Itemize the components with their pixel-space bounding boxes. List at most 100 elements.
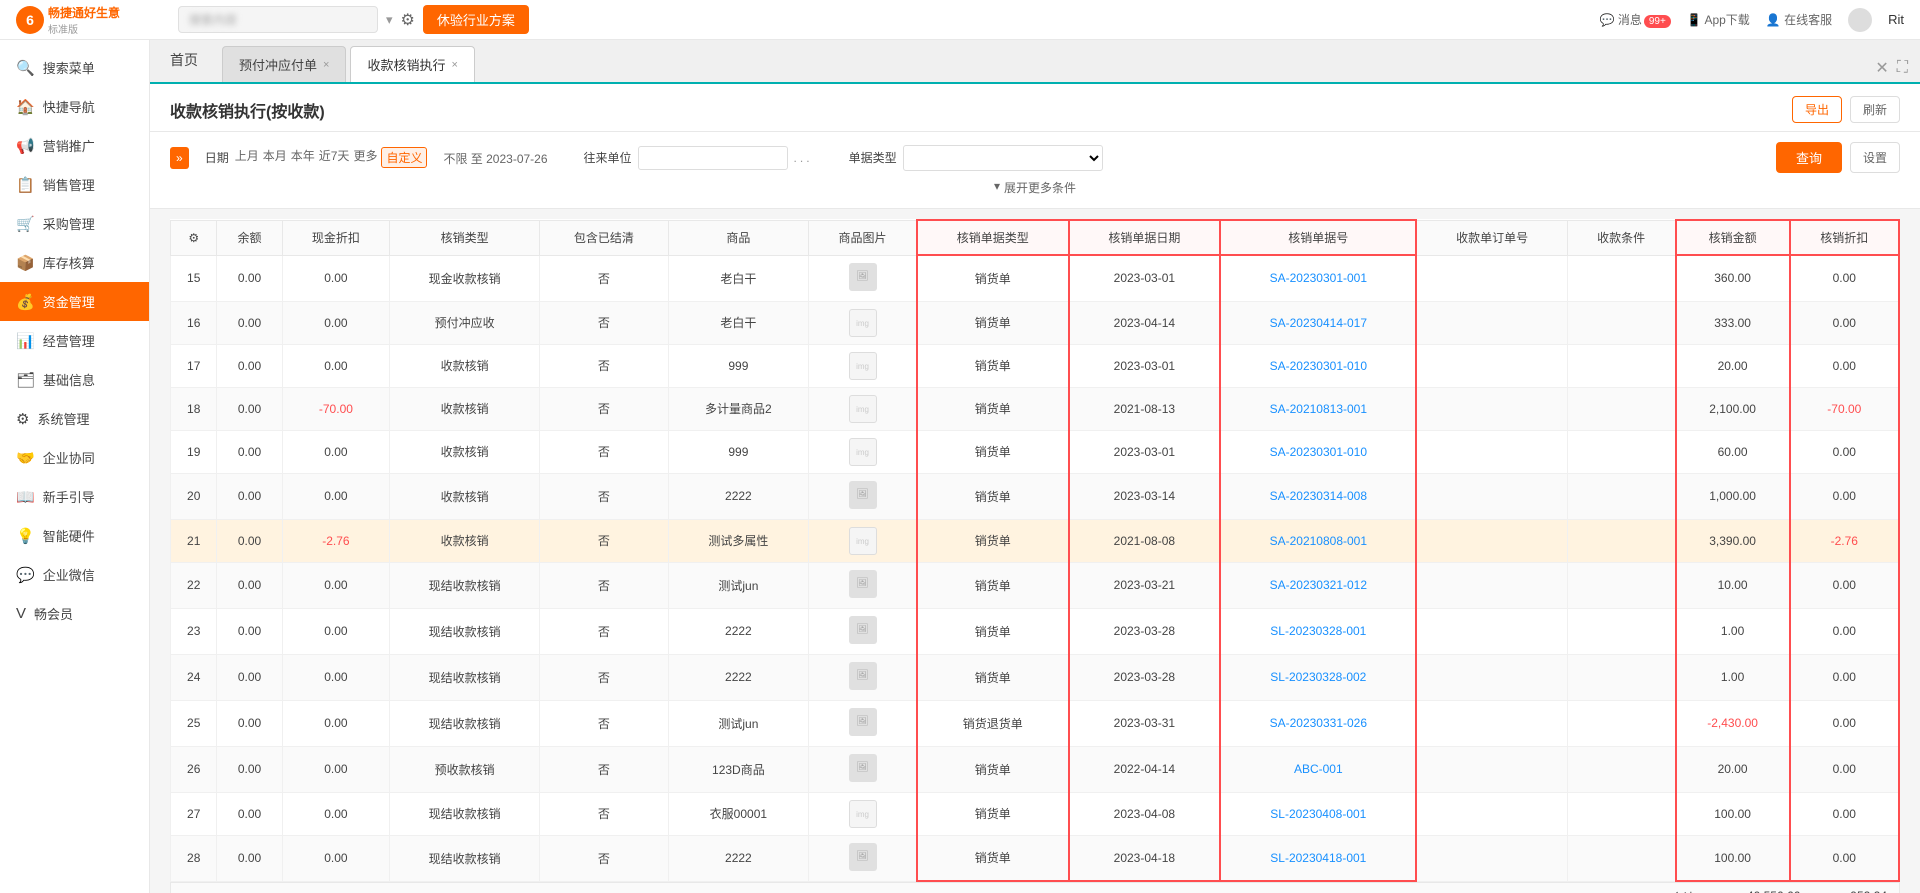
cell-id: 17: [171, 344, 217, 387]
sidebar-item-search[interactable]: 🔍 搜索菜单: [0, 48, 149, 87]
cell-hexiaodanbaoriqi: 2023-03-21: [1069, 562, 1221, 608]
cell-baohanjiejing: 否: [539, 746, 668, 792]
bill-link[interactable]: ABC-001: [1294, 762, 1343, 776]
unit-input[interactable]: [638, 146, 788, 170]
col-settings-header[interactable]: ⚙: [171, 220, 217, 255]
sidebar-item-inventory[interactable]: 📦 库存核算: [0, 243, 149, 282]
date-custom[interactable]: 自定义: [381, 147, 427, 168]
tab-home[interactable]: 首页: [150, 40, 218, 82]
cell-baohanjiejing: 否: [539, 255, 668, 301]
date-this-year[interactable]: 本年: [291, 147, 315, 168]
tab-prepay[interactable]: 预付冲应付单 ×: [222, 46, 346, 82]
refresh-button[interactable]: 刷新: [1850, 96, 1900, 123]
bill-link[interactable]: SA-20230331-026: [1270, 716, 1367, 730]
cell-hexiaotype: 收款核销: [390, 344, 540, 387]
tab-collection-close[interactable]: ×: [451, 59, 457, 71]
maximize-icon[interactable]: ⛶: [1897, 59, 1908, 77]
cell-xianjin: 0.00: [282, 746, 390, 792]
cell-hexiaodanbaohao[interactable]: SA-20230301-001: [1220, 255, 1416, 301]
sidebar-label-quicknav: 快捷导航: [43, 97, 95, 116]
bill-link[interactable]: SL-20230408-001: [1270, 807, 1366, 821]
search-box: 搜索内容: [178, 6, 378, 33]
sidebar-item-sales[interactable]: 📋 销售管理: [0, 165, 149, 204]
export-button[interactable]: 导出: [1792, 96, 1842, 123]
bill-link[interactable]: SL-20230328-002: [1270, 670, 1366, 684]
bill-link[interactable]: SA-20230301-010: [1270, 359, 1367, 373]
cell-hexiaodanbaohao[interactable]: ABC-001: [1220, 746, 1416, 792]
finance-icon: 💰: [16, 293, 35, 311]
tab-collection[interactable]: 收款核销执行 ×: [350, 46, 474, 82]
dots-separator: ...: [794, 151, 813, 165]
sidebar-item-wechat[interactable]: 💬 企业微信: [0, 555, 149, 594]
cell-hexiaodanbaohao[interactable]: SL-20230328-001: [1220, 608, 1416, 654]
cell-hexiaodanbaohao[interactable]: SA-20230331-026: [1220, 700, 1416, 746]
cell-shoudantiaojian: [1567, 608, 1675, 654]
industry-btn[interactable]: 休验行业方案: [423, 5, 529, 34]
sidebar-label-marketing: 营销推广: [43, 136, 95, 155]
cell-hexiaodanbaohao[interactable]: SA-20230301-010: [1220, 344, 1416, 387]
cell-hexiaodanbaohao[interactable]: SA-20230321-012: [1220, 562, 1416, 608]
cell-hexiaodanbaoriqi: 2023-04-18: [1069, 835, 1221, 881]
tab-prepay-close[interactable]: ×: [323, 59, 329, 71]
bill-link[interactable]: SA-20210808-001: [1270, 534, 1367, 548]
dropdown-arrow[interactable]: ▾: [386, 12, 393, 28]
bill-link[interactable]: SA-20230414-017: [1270, 316, 1367, 330]
date-last-month[interactable]: 上月: [235, 147, 259, 168]
sidebar-item-operations[interactable]: 📊 经营管理: [0, 321, 149, 360]
cell-hexiaodanbaotype: 销货单: [917, 344, 1069, 387]
footer-total-amount: 40,556,66...: [1747, 889, 1810, 893]
sidebar-item-quicknav[interactable]: 🏠 快捷导航: [0, 87, 149, 126]
bill-link[interactable]: SA-20210813-001: [1270, 402, 1367, 416]
cell-shangpin: 2222: [668, 473, 808, 519]
query-button[interactable]: 查询: [1776, 142, 1842, 173]
sidebar-item-enterprise[interactable]: 🤝 企业协同: [0, 438, 149, 477]
date-this-month[interactable]: 本月: [263, 147, 287, 168]
filter-expand-button[interactable]: »: [170, 147, 189, 169]
sidebar-item-smart[interactable]: 💡 智能硬件: [0, 516, 149, 555]
message-area[interactable]: 💬 消息99+: [1600, 11, 1671, 28]
sidebar-item-marketing[interactable]: 📢 营销推广: [0, 126, 149, 165]
sidebar-item-guide[interactable]: 📖 新手引导: [0, 477, 149, 516]
cell-hexiaodanbaohao[interactable]: SA-20210808-001: [1220, 519, 1416, 562]
close-window-icon[interactable]: ✕: [1875, 58, 1888, 78]
cell-hexiaojine: 333.00: [1676, 301, 1790, 344]
expand-more-row[interactable]: ▾ 展开更多条件: [170, 173, 1900, 198]
expand-more-label: 展开更多条件: [1004, 179, 1076, 196]
cell-hexiaodanbaohao[interactable]: SL-20230328-002: [1220, 654, 1416, 700]
sidebar-item-purchase[interactable]: 🛒 采购管理: [0, 204, 149, 243]
cell-hexiaozhekou: 0.00: [1790, 473, 1899, 519]
online-service[interactable]: 👤 在线客服: [1766, 11, 1832, 28]
top-bar: 6 畅捷通好生意 标准版 搜索内容 ▾ ⚙ 休验行业方案 💬 消息99+ 📱 A…: [0, 0, 1920, 40]
bill-link[interactable]: SL-20230418-001: [1270, 851, 1366, 865]
date-7days[interactable]: 近7天: [319, 147, 350, 168]
sidebar-item-basicinfo[interactable]: 🗂 基础信息: [0, 360, 149, 399]
col-hexiaozhekou-header: 核销折扣: [1790, 220, 1899, 255]
cell-hexiaodanbaohao[interactable]: SL-20230418-001: [1220, 835, 1416, 881]
cell-hexiaodanbaohao[interactable]: SA-20230414-017: [1220, 301, 1416, 344]
settings-icon[interactable]: ⚙: [401, 10, 415, 30]
cell-hexiaodanbaohao[interactable]: SA-20210813-001: [1220, 387, 1416, 430]
cell-hexiaodanbaohao[interactable]: SL-20230408-001: [1220, 792, 1416, 835]
col-shoudantiaojian-header: 收款条件: [1567, 220, 1675, 255]
user-avatar[interactable]: [1848, 8, 1872, 32]
bill-link[interactable]: SA-20230301-010: [1270, 445, 1367, 459]
bill-link[interactable]: SA-20230314-008: [1270, 489, 1367, 503]
billtype-select[interactable]: [903, 145, 1103, 171]
bill-link[interactable]: SL-20230328-001: [1270, 624, 1366, 638]
cell-hexiaodanbaohao[interactable]: SA-20230314-008: [1220, 473, 1416, 519]
date-more[interactable]: 更多: [353, 147, 377, 168]
cell-id: 16: [171, 301, 217, 344]
cell-hexiaodanbaohao[interactable]: SA-20230301-010: [1220, 430, 1416, 473]
sidebar-item-member[interactable]: V 畅会员: [0, 594, 149, 633]
app-download[interactable]: 📱 App下载: [1687, 11, 1750, 28]
cell-shoudansingle: [1416, 700, 1567, 746]
bill-link[interactable]: SA-20230301-001: [1270, 271, 1367, 285]
system-icon: ⚙: [16, 410, 29, 428]
top-bar-right: 💬 消息99+ 📱 App下载 👤 在线客服 Rit: [1600, 8, 1904, 32]
sidebar-item-system[interactable]: ⚙ 系统管理: [0, 399, 149, 438]
bill-link[interactable]: SA-20230321-012: [1270, 578, 1367, 592]
cell-hexiaojine: 100.00: [1676, 792, 1790, 835]
sidebar-item-finance[interactable]: 💰 资金管理: [0, 282, 149, 321]
setting-button[interactable]: 设置: [1850, 142, 1900, 173]
cell-shoudansingle: [1416, 344, 1567, 387]
